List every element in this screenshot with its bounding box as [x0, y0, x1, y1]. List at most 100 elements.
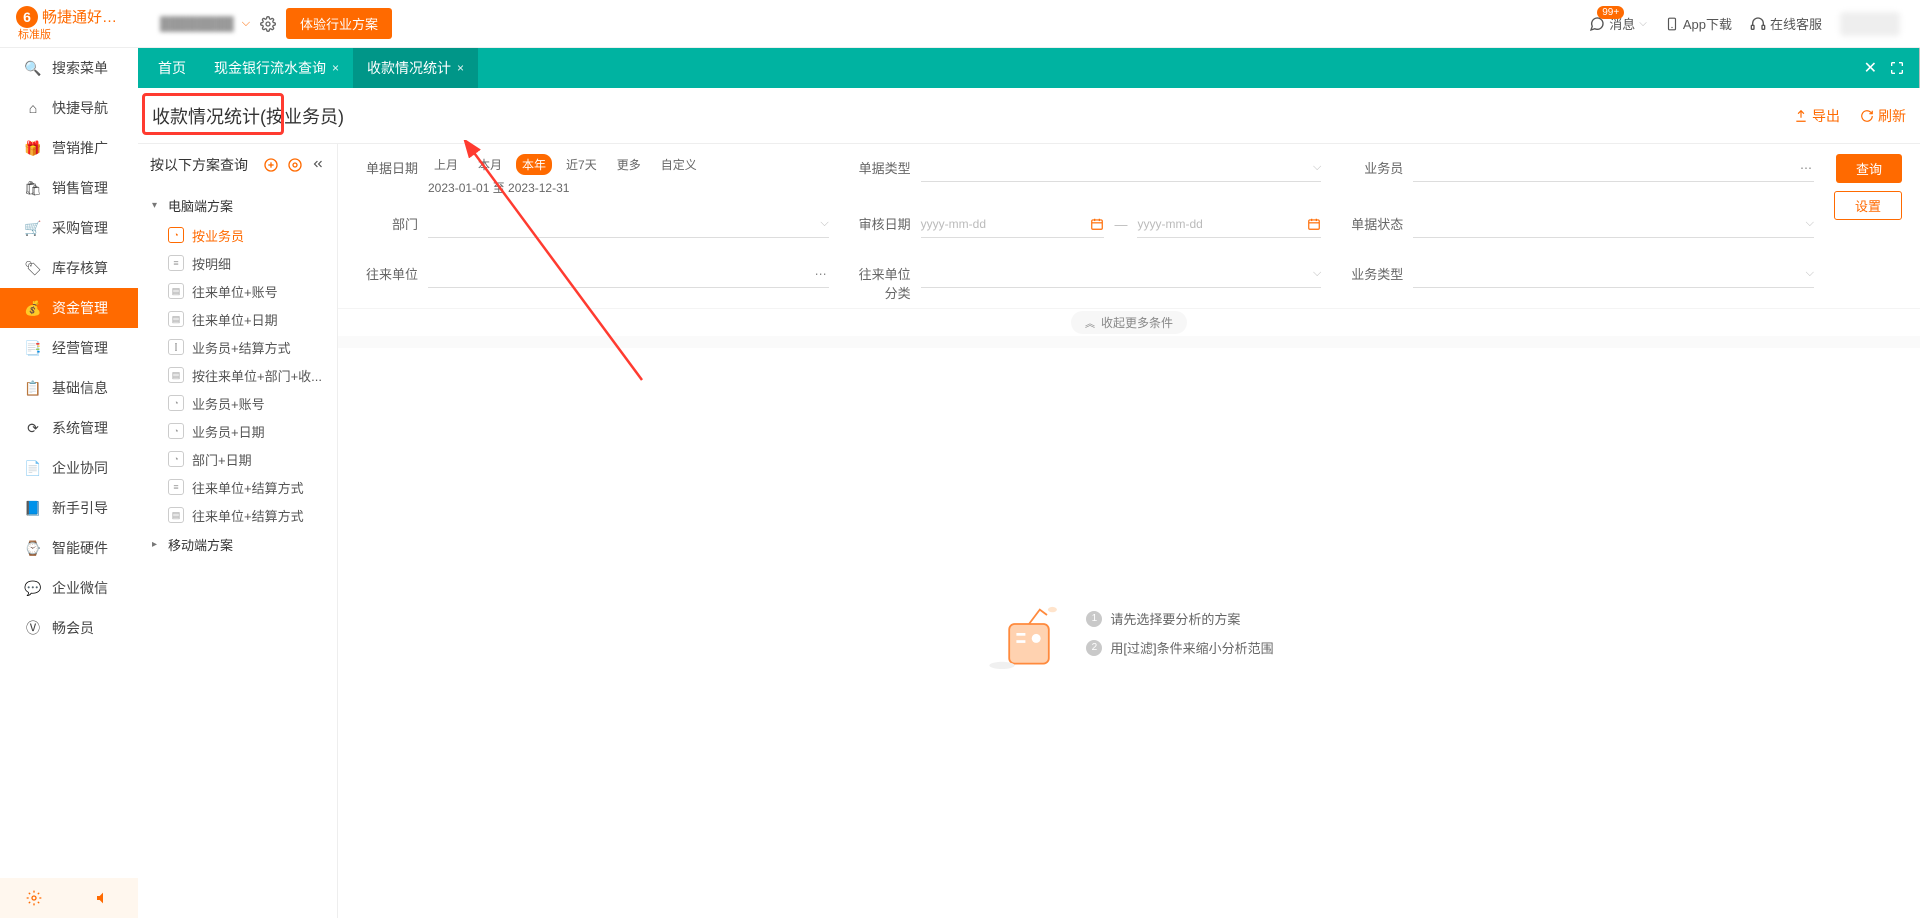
date-placeholder: yyyy-mm-dd [1137, 217, 1202, 231]
scheme-item-6[interactable]: ◔业务员+账号 [138, 389, 337, 417]
sidebar-item-12[interactable]: ⌚智能硬件 [0, 528, 138, 568]
partner-cat-select[interactable]: ⌵ [921, 260, 1322, 288]
nav-label: 智能硬件 [52, 538, 108, 558]
filter-salesman: 业务员 ⋯ [1341, 154, 1814, 190]
scheme-item-9[interactable]: ≡往来单位+结算方式 [138, 473, 337, 501]
doc-type-select[interactable]: ⌵ [921, 154, 1322, 182]
filter-label: 单据日期 [356, 154, 418, 177]
collapse-label: 收起更多条件 [1101, 314, 1173, 331]
sidebar-item-6[interactable]: 💰资金管理 [0, 288, 138, 328]
filter-label: 单据类型 [849, 154, 911, 177]
scheme-panel-header: 按以下方案查询 [138, 144, 337, 186]
gear-icon[interactable] [26, 890, 42, 906]
close-icon[interactable]: × [457, 61, 464, 75]
sidebar-item-7[interactable]: 📑经营管理 [0, 328, 138, 368]
filter-doc-date: 单据日期 上月本月本年近7天更多自定义 2023-01-01 至 2023-12… [356, 154, 829, 196]
filter-label: 业务员 [1341, 154, 1403, 177]
filter-actions: 查询 设置 [1834, 154, 1902, 220]
date-pill-4[interactable]: 更多 [611, 154, 647, 175]
filter-dept: 部门 ⌵ [356, 210, 829, 246]
fullscreen-icon[interactable] [1889, 60, 1905, 76]
gear-icon[interactable] [258, 14, 278, 34]
sidebar-item-0[interactable]: 🔍搜索菜单 [0, 48, 138, 88]
sidebar-item-9[interactable]: ⟳系统管理 [0, 408, 138, 448]
close-icon[interactable]: × [332, 61, 339, 75]
sidebar-item-8[interactable]: 📋基础信息 [0, 368, 138, 408]
add-scheme-icon[interactable] [263, 157, 279, 173]
date-pill-1[interactable]: 本月 [472, 154, 508, 175]
scheme-item-3[interactable]: ▤往来单位+日期 [138, 305, 337, 333]
tab-1[interactable]: 现金银行流水查询× [200, 48, 353, 88]
scheme-item-0[interactable]: ◔按业务员 [138, 221, 337, 249]
scheme-item-2[interactable]: ▤往来单位+账号 [138, 277, 337, 305]
dept-select[interactable]: ⌵ [428, 210, 829, 238]
nav-label: 系统管理 [52, 418, 108, 438]
doc-status-select[interactable]: ⌵ [1413, 210, 1814, 238]
cta-button[interactable]: 体验行业方案 [286, 8, 392, 39]
org-switcher[interactable]: ████████ ⌵ 体验行业方案 [160, 8, 392, 39]
scheme-item-7[interactable]: ◔业务员+日期 [138, 417, 337, 445]
scheme-item-1[interactable]: ≡按明细 [138, 249, 337, 277]
app-download-link[interactable]: App下载 [1665, 14, 1732, 33]
date-pill-3[interactable]: 近7天 [560, 154, 603, 175]
top-header: 6 畅捷通好… 标准版 ████████ ⌵ 体验行业方案 99+ 消息 ⌵ A… [0, 0, 1920, 48]
step-number-icon: 2 [1086, 640, 1102, 656]
biz-type-select[interactable]: ⌵ [1413, 260, 1814, 288]
tab-0[interactable]: 首页 [144, 48, 200, 88]
scheme-settings-icon[interactable] [287, 157, 303, 173]
scheme-item-label: 往来单位+结算方式 [192, 506, 304, 525]
sidebar-item-14[interactable]: Ⓥ畅会员 [0, 608, 138, 648]
close-tab-icon[interactable]: ✕ [1864, 58, 1877, 78]
date-pill-2[interactable]: 本年 [516, 154, 552, 175]
sidebar-item-5[interactable]: 🏷库存核算 [0, 248, 138, 288]
nav-label: 销售管理 [52, 178, 108, 198]
empty-tip-1: 1 请先选择要分析的方案 [1086, 609, 1273, 628]
scheme-item-8[interactable]: ◔部门+日期 [138, 445, 337, 473]
sidebar-item-1[interactable]: ⌂快捷导航 [0, 88, 138, 128]
export-button[interactable]: 导出 [1794, 106, 1840, 126]
user-avatar-blurred[interactable] [1840, 12, 1900, 36]
scheme-item-label: 按往来单位+部门+收... [192, 366, 322, 385]
scheme-item-icon: ◔ [168, 227, 184, 243]
partner-select[interactable]: ⋯ [428, 260, 829, 288]
date-pill-0[interactable]: 上月 [428, 154, 464, 175]
caret-down-icon: ▾ [152, 200, 162, 211]
nav-icon: 🎁 [24, 139, 42, 157]
sidebar-item-11[interactable]: 📘新手引导 [0, 488, 138, 528]
sidebar-item-2[interactable]: 🎁营销推广 [0, 128, 138, 168]
collapse-filters-button[interactable]: ︽ 收起更多条件 [338, 308, 1920, 336]
app-download-label: App下载 [1683, 14, 1732, 33]
support-label: 在线客服 [1770, 14, 1822, 33]
nav-label: 资金管理 [52, 298, 108, 318]
sidebar-item-13[interactable]: 💬企业微信 [0, 568, 138, 608]
messages-link[interactable]: 99+ 消息 ⌵ [1589, 14, 1647, 33]
nav-icon: 🔍 [24, 59, 42, 77]
scheme-item-5[interactable]: ▤按往来单位+部门+收... [138, 361, 337, 389]
filter-label: 审核日期 [849, 210, 911, 233]
messages-badge: 99+ [1597, 6, 1624, 19]
tab-2[interactable]: 收款情况统计× [353, 48, 478, 88]
chevron-down-icon: ⌵ [1313, 267, 1321, 280]
sidebar-item-3[interactable]: 🛍销售管理 [0, 168, 138, 208]
date-pill-5[interactable]: 自定义 [655, 154, 703, 175]
filter-label: 部门 [356, 210, 418, 233]
sidebar-item-10[interactable]: 📄企业协同 [0, 448, 138, 488]
filter-settings-button[interactable]: 设置 [1834, 191, 1902, 220]
scheme-item-4[interactable]: ⫿业务员+结算方式 [138, 333, 337, 361]
refresh-button[interactable]: 刷新 [1860, 106, 1906, 126]
scheme-group-mobile[interactable]: ▸ 移动端方案 [138, 529, 337, 560]
nav-icon: 🏷 [24, 259, 42, 277]
nav-label: 新手引导 [52, 498, 108, 518]
speaker-icon[interactable] [94, 890, 112, 906]
collapse-panel-icon[interactable] [311, 157, 325, 173]
scheme-group-desktop[interactable]: ▾ 电脑端方案 [138, 190, 337, 221]
query-button[interactable]: 查询 [1836, 154, 1902, 183]
scheme-item-10[interactable]: ▤往来单位+结算方式 [138, 501, 337, 529]
audit-date-from[interactable]: yyyy-mm-dd [921, 210, 1105, 238]
salesman-select[interactable]: ⋯ [1413, 154, 1814, 182]
chevron-up-icon: ︽ [1085, 315, 1095, 330]
support-link[interactable]: 在线客服 [1750, 14, 1822, 33]
sidebar-item-4[interactable]: 🛒采购管理 [0, 208, 138, 248]
audit-date-to[interactable]: yyyy-mm-dd [1137, 210, 1321, 238]
nav-label: 企业微信 [52, 578, 108, 598]
